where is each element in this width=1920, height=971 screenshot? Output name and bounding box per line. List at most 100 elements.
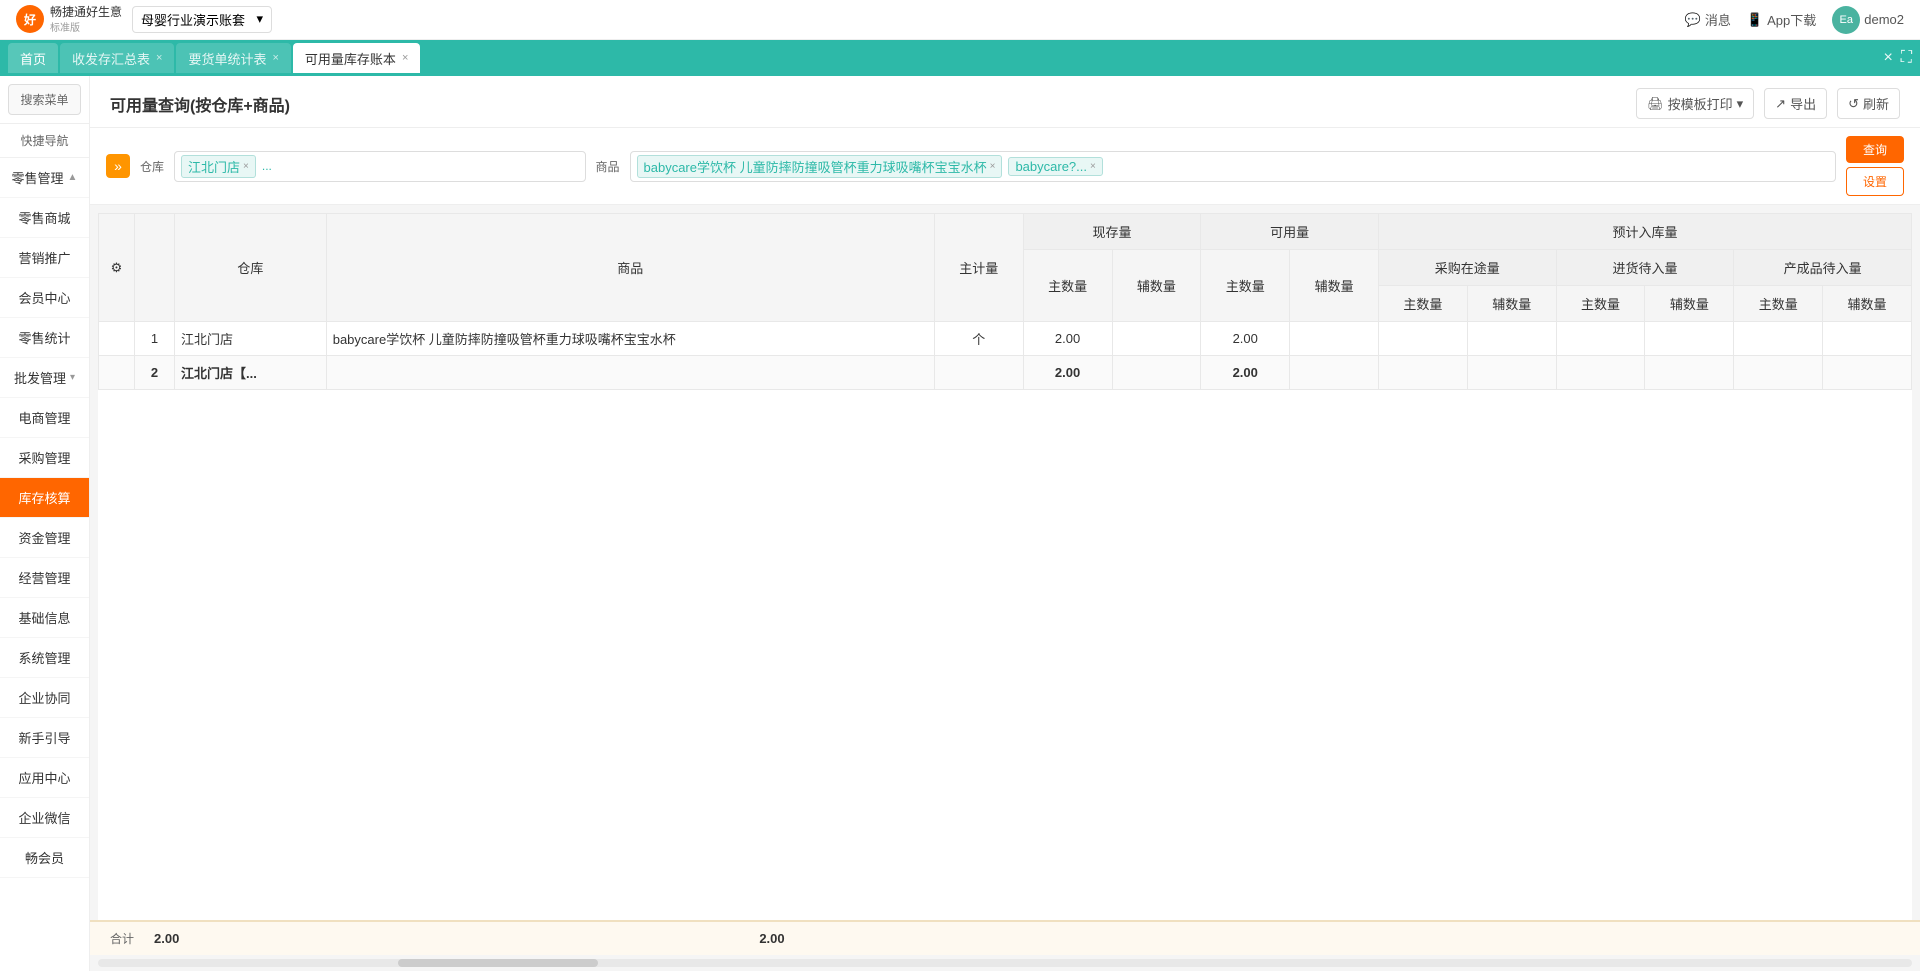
product-tag-container[interactable]: babycare学饮杯 儿童防摔防撞吸管杯重力球吸嘴杯宝宝水杯 × babyca…: [630, 151, 1836, 182]
sidebar-item-marketing[interactable]: 营销推广: [0, 238, 89, 278]
top-bar-left: 好 畅捷通好生意 标准版 母婴行业演示账套 ▾: [16, 5, 272, 34]
chevron-down-print: ▾: [1737, 96, 1744, 112]
settings-button[interactable]: 设置: [1846, 167, 1904, 196]
enterprise-label: 企业协同: [18, 688, 70, 707]
footer-available-total: 2.00: [759, 931, 784, 946]
footer-label: 合计: [110, 930, 134, 947]
row2-available-aux: [1290, 356, 1379, 390]
top-bar-right: 💬 消息 📱 App下载 Ea demo2: [1685, 6, 1904, 34]
export-button[interactable]: ↗ 导出: [1764, 88, 1827, 119]
retail-mgmt-label: 零售管理: [12, 168, 64, 187]
table-footer: 合计 2.00 2.00: [90, 920, 1920, 955]
tab-available-inventory[interactable]: 可用量库存账本 ×: [293, 43, 420, 73]
tab-home[interactable]: 首页: [8, 43, 58, 73]
logo-icon: 好: [16, 5, 44, 33]
app-download-button[interactable]: 📱 App下载: [1747, 10, 1816, 29]
sidebar-item-retail-mgmt[interactable]: 零售管理 ▲: [0, 158, 89, 198]
query-button[interactable]: 查询: [1846, 136, 1904, 163]
sidebar-item-app-center[interactable]: 应用中心: [0, 758, 89, 798]
sidebar-item-member-center[interactable]: 会员中心: [0, 278, 89, 318]
tab-fullscreen-button[interactable]: ⛶: [1901, 49, 1912, 67]
tab-receipt-summary[interactable]: 收发存汇总表 ×: [60, 43, 174, 73]
row1-current-main: 2.00: [1023, 322, 1112, 356]
th-gear: ⚙: [99, 214, 135, 322]
sidebar-item-vip-member[interactable]: 畅会员: [0, 838, 89, 878]
sidebar-item-enterprise-wechat[interactable]: 企业微信: [0, 798, 89, 838]
search-menu-button[interactable]: 搜索菜单: [8, 84, 81, 115]
row2-product: [326, 356, 934, 390]
th-purchase-main: 主数量: [1378, 286, 1467, 322]
filter-more-btn[interactable]: ...: [262, 159, 272, 173]
app-download-label: App下载: [1767, 10, 1816, 29]
filter-expand-button[interactable]: »: [106, 154, 130, 178]
member-center-label: 会员中心: [18, 288, 70, 307]
sidebar-item-finance[interactable]: 资金管理: [0, 518, 89, 558]
th-current-aux-qty: 辅数量: [1112, 250, 1201, 322]
row2-inbound-main: [1556, 356, 1645, 390]
chevron-icon: ▲: [68, 172, 78, 183]
industry-label: 母婴行业演示账套: [141, 10, 245, 29]
filter-actions: 查询 设置: [1846, 136, 1904, 196]
th-inbound-pending: 进货待入量: [1556, 250, 1734, 286]
row1-main-unit: 个: [934, 322, 1023, 356]
content-area: 可用量查询(按仓库+商品) 🖨 按模板打印 ▾ ↗ 导出 ↺ 刷新 »: [90, 76, 1920, 971]
sidebar-item-wholesale-mgmt[interactable]: 批发管理 ▾: [0, 358, 89, 398]
logo-text-block: 畅捷通好生意 标准版: [50, 5, 122, 34]
sidebar-item-enterprise[interactable]: 企业协同: [0, 678, 89, 718]
app-center-label: 应用中心: [18, 768, 70, 787]
tab-close-receipt[interactable]: ×: [156, 52, 162, 64]
print-button[interactable]: 🖨 按模板打印 ▾: [1636, 88, 1754, 119]
available-inventory-label: 可用量库存账本: [305, 49, 396, 68]
row2-current-main: 2.00: [1023, 356, 1112, 390]
th-product: 商品: [326, 214, 934, 322]
product-tag-close-2[interactable]: ×: [1090, 161, 1096, 172]
home-tab-label: 首页: [20, 49, 46, 68]
th-available-aux-qty: 辅数量: [1290, 250, 1379, 322]
tab-close-inventory[interactable]: ×: [402, 52, 408, 64]
ecommerce-label: 电商管理: [18, 408, 70, 427]
table-row: 2 江北门店【... 2.00 2.00: [99, 356, 1912, 390]
sidebar-item-operations[interactable]: 经营管理: [0, 558, 89, 598]
tab-order-stats[interactable]: 要货单统计表 ×: [176, 43, 290, 73]
page-actions: 🖨 按模板打印 ▾ ↗ 导出 ↺ 刷新: [1636, 88, 1900, 119]
receipt-summary-label: 收发存汇总表: [72, 49, 150, 68]
sidebar-item-inventory[interactable]: 库存核算: [0, 478, 89, 518]
new-guide-label: 新手引导: [18, 728, 70, 747]
tab-close-all-button[interactable]: ×: [1883, 49, 1892, 67]
th-production-main: 主数量: [1734, 286, 1823, 322]
refresh-button[interactable]: ↺ 刷新: [1837, 88, 1900, 119]
sidebar-item-ecommerce[interactable]: 电商管理: [0, 398, 89, 438]
tab-close-order[interactable]: ×: [272, 52, 278, 64]
th-main-unit: 主计量: [934, 214, 1023, 322]
chevron-icon-2: ▾: [70, 372, 75, 383]
scrollbar-container: [90, 955, 1920, 971]
logo-text: 畅捷通好生意: [50, 5, 122, 19]
sidebar-quick-nav[interactable]: 快捷导航: [0, 124, 89, 158]
warehouse-tag-close[interactable]: ×: [243, 161, 249, 172]
sidebar-item-purchase[interactable]: 采购管理: [0, 438, 89, 478]
row1-index: 1: [135, 322, 175, 356]
scroll-thumb[interactable]: [398, 959, 598, 967]
logo-area: 好 畅捷通好生意 标准版: [16, 5, 122, 34]
sidebar-item-basic-info[interactable]: 基础信息: [0, 598, 89, 638]
message-button[interactable]: 💬 消息: [1685, 10, 1731, 29]
sidebar-item-system[interactable]: 系统管理: [0, 638, 89, 678]
vip-member-label: 畅会员: [25, 848, 64, 867]
page-header: 可用量查询(按仓库+商品) 🖨 按模板打印 ▾ ↗ 导出 ↺ 刷新: [90, 76, 1920, 128]
sidebar-item-new-guide[interactable]: 新手引导: [0, 718, 89, 758]
user-area[interactable]: Ea demo2: [1832, 6, 1904, 34]
wholesale-mgmt-label: 批发管理: [14, 368, 66, 387]
th-purchase-aux: 辅数量: [1467, 286, 1556, 322]
sidebar-item-retail-mall[interactable]: 零售商城: [0, 198, 89, 238]
row2-gear: [99, 356, 135, 390]
th-inbound-aux: 辅数量: [1645, 286, 1734, 322]
tab-bar: 首页 收发存汇总表 × 要货单统计表 × 可用量库存账本 × × ⛶: [0, 40, 1920, 76]
sidebar-item-retail-stats[interactable]: 零售统计: [0, 318, 89, 358]
industry-selector[interactable]: 母婴行业演示账套 ▾: [132, 6, 272, 33]
row1-available-aux: [1290, 322, 1379, 356]
warehouse-tag-container[interactable]: 江北门店 × ...: [174, 151, 585, 182]
phone-icon: 📱: [1747, 12, 1763, 28]
operations-label: 经营管理: [18, 568, 70, 587]
product-tag-close-1[interactable]: ×: [990, 161, 996, 172]
row2-index: 2: [135, 356, 175, 390]
